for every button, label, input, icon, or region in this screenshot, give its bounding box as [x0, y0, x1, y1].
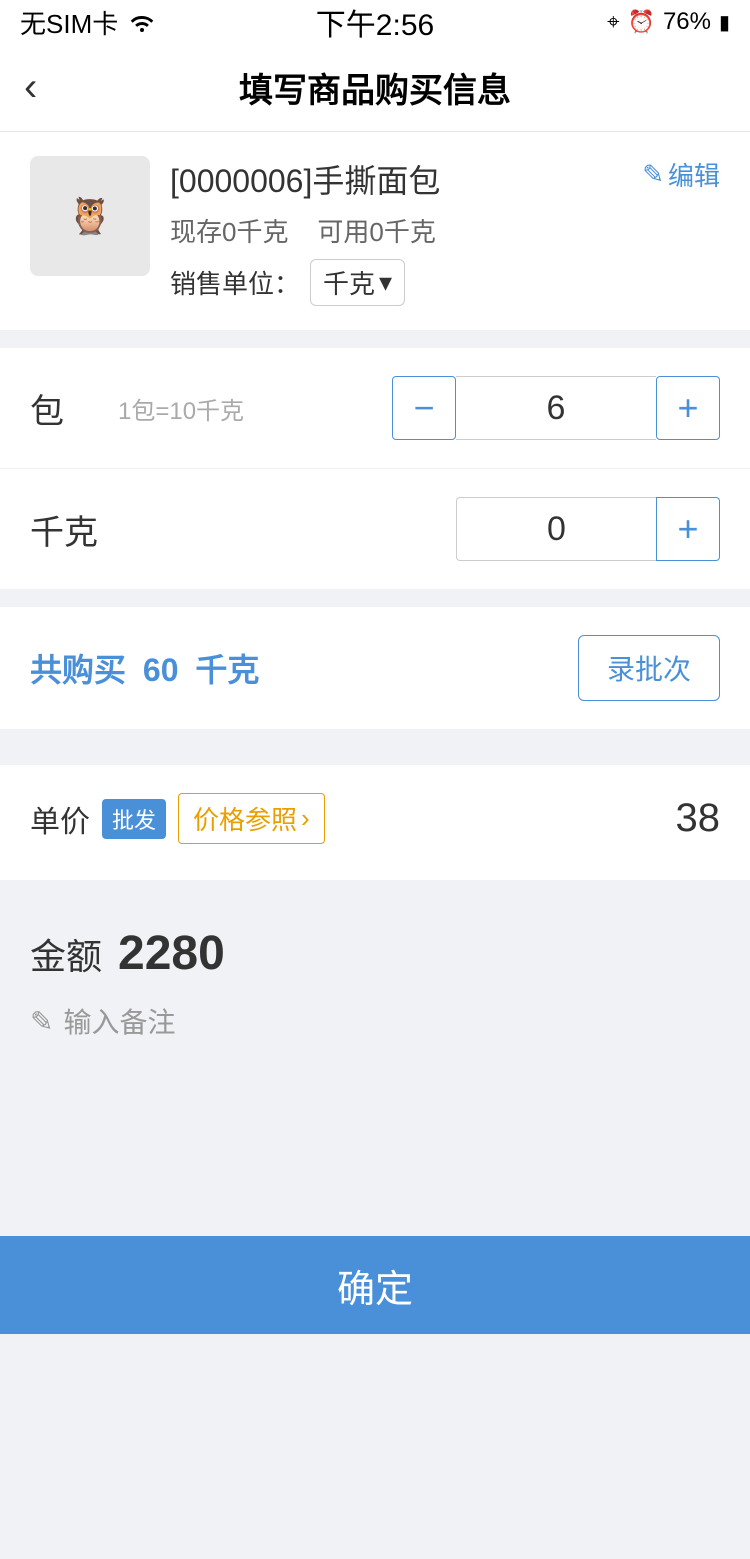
nav-bar: ‹ 填写商品购买信息 [0, 44, 750, 132]
total-unit: 千克 [195, 652, 259, 688]
total-section: 共购买 60 千克 录批次 [0, 607, 750, 729]
battery-text: 76% [663, 8, 711, 36]
price-section: 单价 批发 价格参照 › 38 [0, 765, 750, 880]
nav-title: 填写商品购买信息 [239, 63, 511, 112]
amount-value: 2280 [118, 926, 225, 981]
status-left: 无SIM卡 [20, 4, 156, 41]
price-ref-button[interactable]: 价格参照 › [178, 793, 325, 844]
bag-minus-button[interactable]: − [392, 376, 456, 440]
carrier-text: 无SIM卡 [20, 4, 118, 41]
total-amount: 60 [143, 652, 179, 688]
product-info: [0000006]手撕面包 现存0千克 可用0千克 销售单位： 千克 ▾ [170, 156, 720, 306]
section-separator-1 [0, 747, 750, 765]
kg-label: 千克 [30, 505, 110, 554]
wifi-icon [128, 12, 156, 32]
price-value: 38 [676, 796, 721, 841]
remark-placeholder: 输入备注 [63, 1001, 175, 1041]
available-text: 可用0千克 [317, 217, 435, 247]
status-right: ⌖ ⏰ 76% ▮ [607, 8, 730, 36]
total-text: 共购买 60 千克 [30, 645, 259, 691]
main-content: 🦉 [0000006]手撕面包 现存0千克 可用0千克 销售单位： 千克 ▾ [0, 132, 750, 1559]
batch-button[interactable]: 录批次 [578, 635, 720, 701]
kg-input[interactable] [456, 497, 656, 561]
confirm-label: 确定 [337, 1258, 413, 1313]
product-unit-row: 销售单位： 千克 ▾ [170, 259, 720, 306]
total-prefix: 共购买 [30, 652, 126, 688]
status-bar: 无SIM卡 下午2:56 ⌖ ⏰ 76% ▮ [0, 0, 750, 44]
edit-label: 编辑 [668, 156, 720, 193]
unit-label: 销售单位： [170, 264, 300, 301]
back-button[interactable]: ‹ [24, 65, 37, 110]
bag-label: 包 [30, 384, 110, 433]
product-thumbnail: 🦉 [30, 156, 150, 276]
price-ref-label: 价格参照 [193, 800, 297, 837]
price-label-group: 单价 批发 价格参照 › [30, 793, 325, 844]
price-ref-arrow: › [301, 803, 310, 834]
price-label: 单价 [30, 797, 90, 841]
alarm-icon: ⏰ [628, 9, 655, 35]
unit-select[interactable]: 千克 ▾ [310, 259, 405, 306]
edit-button[interactable]: ✎ 编辑 [642, 156, 720, 193]
bag-quantity-row: 包 1包=10千克 − + [0, 348, 750, 469]
dropdown-icon: ▾ [379, 267, 392, 298]
product-name: [0000006]手撕面包 [170, 156, 720, 202]
quantity-section: 包 1包=10千克 − + 千克 + [0, 348, 750, 589]
kg-plus-button[interactable]: + [656, 497, 720, 561]
bag-controls: − + [392, 376, 720, 440]
price-type-tag: 批发 [102, 799, 166, 839]
bag-plus-button[interactable]: + [656, 376, 720, 440]
amount-label: 金额 [30, 928, 102, 980]
unit-value: 千克 [323, 264, 375, 301]
stock-text: 现存0千克 [170, 217, 288, 247]
product-logo: 🦉 [68, 195, 113, 237]
kg-controls: + [456, 497, 720, 561]
kg-quantity-row: 千克 + [0, 469, 750, 589]
edit-icon: ✎ [642, 159, 664, 190]
price-row: 单价 批发 价格参照 › 38 [30, 793, 720, 844]
status-time: 下午2:56 [316, 0, 434, 44]
confirm-button[interactable]: 确定 [0, 1236, 750, 1334]
pencil-icon: ✎ [30, 1005, 53, 1038]
bag-input[interactable] [456, 376, 656, 440]
bag-hint: 1包=10千克 [118, 391, 392, 426]
location-icon: ⌖ [607, 9, 619, 35]
product-stock: 现存0千克 可用0千克 [170, 212, 720, 249]
battery-icon: ▮ [719, 10, 730, 35]
product-card: 🦉 [0000006]手撕面包 现存0千克 可用0千克 销售单位： 千克 ▾ [0, 132, 750, 330]
remark-row[interactable]: ✎ 输入备注 [30, 1001, 720, 1041]
amount-section: 金额 2280 ✎ 输入备注 [0, 898, 750, 1061]
amount-row: 金额 2280 [30, 926, 720, 981]
